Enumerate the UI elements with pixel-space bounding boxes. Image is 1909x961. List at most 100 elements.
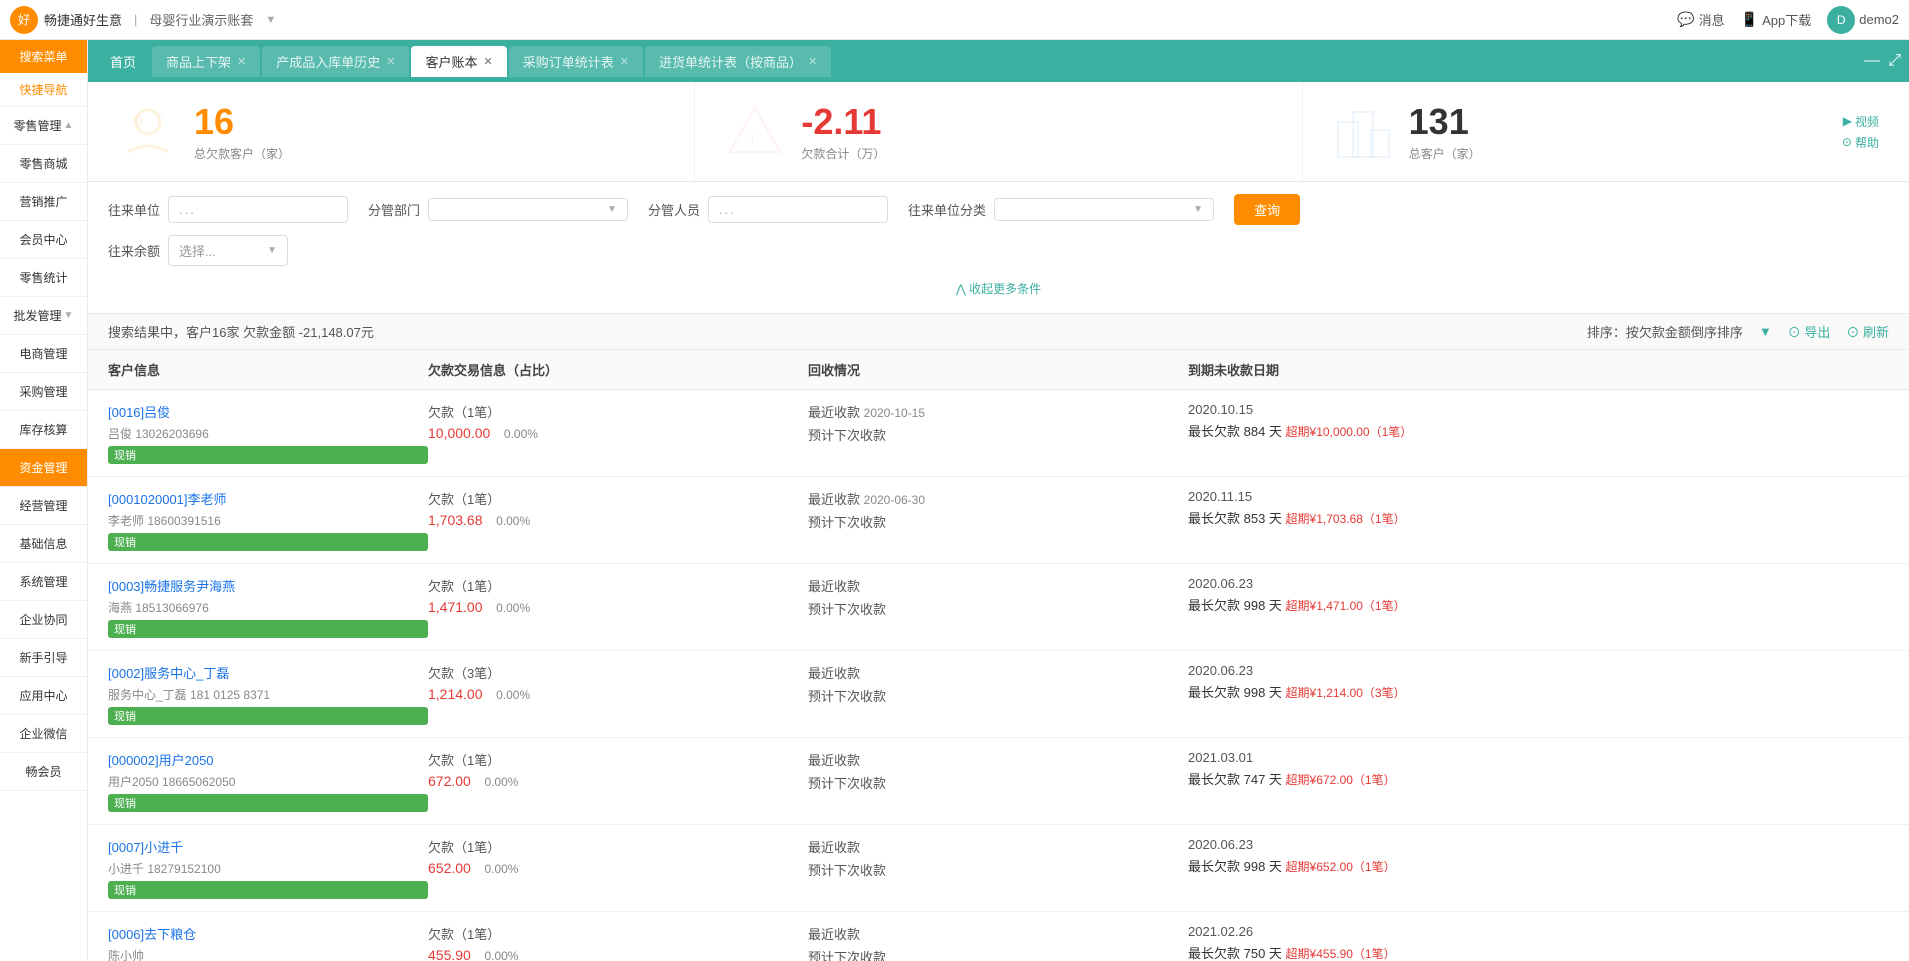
close-tab-purchase-order-stats[interactable]: ✕ [620, 55, 629, 68]
customer-phone-0: 吕俊 13026203696 [108, 425, 428, 442]
debt-amount-icon: ! [725, 102, 785, 162]
debt-info-3: 欠款（3笔） 1,214.00 0.00% [428, 663, 808, 702]
recovery-info-1: 最近收款 2020-06-30 预计下次收款 [808, 489, 1188, 531]
sidebar: 搜索菜单 快捷导航 零售管理 ▲ 零售商城 营销推广 会员中心 零售统计 批发管… [0, 40, 88, 961]
filter-source-unit: 往来单位 ... [108, 196, 348, 223]
debt-amount-row-1: 1,703.68 0.00% [428, 512, 808, 528]
stats-bar: 16 总欠款客户（家） ! -2.11 欠 [88, 82, 1909, 182]
sidebar-item-batch-mgmt[interactable]: 批发管理 ▼ [0, 297, 87, 335]
content-area: 16 总欠款客户（家） ! -2.11 欠 [88, 82, 1909, 961]
customer-name-4[interactable]: [000002]用户2050 [108, 750, 428, 769]
debtors-icon [118, 102, 178, 162]
quick-nav[interactable]: 快捷导航 [0, 73, 87, 107]
sidebar-item-super-member[interactable]: 畅会员 [0, 753, 87, 791]
customer-phone-4: 用户2050 18665062050 [108, 773, 428, 790]
customer-name-6[interactable]: [0006]去下粮仓 [108, 924, 428, 943]
user-avatar[interactable]: D demo2 [1827, 6, 1899, 34]
balance-arrow: ▼ [267, 245, 277, 256]
due-info-6: 2021.02.26 最长欠款 750 天 超期¥455.90（1笔） [1188, 924, 1889, 961]
sidebar-item-ops[interactable]: 经营管理 [0, 487, 87, 525]
total-customers-number: 131 [1409, 101, 1481, 143]
customer-phone-2: 海燕 18513066976 [108, 599, 428, 616]
dept-select[interactable]: ▼ [428, 198, 628, 221]
maximize-btn[interactable]: ⤢ [1888, 52, 1901, 70]
customer-phone-6: 陈小帅 [108, 947, 428, 961]
table-row: [000002]用户2050 用户2050 18665062050 现销 欠款（… [88, 738, 1909, 825]
search-button[interactable]: 查询 [1234, 194, 1300, 225]
sidebar-item-finance[interactable]: 资金管理 [0, 449, 87, 487]
table-row: [0001020001]李老师 李老师 18600391516 现销 欠款（1笔… [88, 477, 1909, 564]
stat-actions: ▶ 视频 ⊙ 帮助 [1842, 113, 1879, 151]
source-unit-input[interactable]: ... [168, 196, 348, 223]
debt-percent-6: 0.00% [484, 949, 518, 961]
tab-import-stats[interactable]: 进货单统计表（按商品） ✕ [645, 46, 831, 77]
download-icon: 📱 [1741, 11, 1758, 28]
sidebar-item-app-center[interactable]: 应用中心 [0, 677, 87, 715]
table-row: [0003]畅捷服务尹海燕 海燕 18513066976 现销 欠款（1笔） 1… [88, 564, 1909, 651]
sidebar-item-new-guide[interactable]: 新手引导 [0, 639, 87, 677]
table-row: [0007]小进千 小进千 18279152100 现销 欠款（1笔） 652.… [88, 825, 1909, 912]
tab-product-history[interactable]: 产成品入库单历史 ✕ [262, 46, 409, 77]
debt-count-4: 欠款（1笔） [428, 750, 808, 769]
tab-purchase-order-stats[interactable]: 采购订单统计表 ✕ [509, 46, 643, 77]
customer-name-2[interactable]: [0003]畅捷服务尹海燕 [108, 576, 428, 595]
debtors-label: 总欠款客户（家） [194, 145, 290, 162]
filter-balance: 往来余额 选择... ▼ [108, 235, 288, 266]
tab-product-offsale[interactable]: 商品上下架 ✕ [152, 46, 260, 77]
sidebar-item-ecom[interactable]: 电商管理 [0, 335, 87, 373]
recovery-info-5: 最近收款 预计下次收款 [808, 837, 1188, 879]
sidebar-item-member[interactable]: 会员中心 [0, 221, 87, 259]
sidebar-item-corp-collab[interactable]: 企业协同 [0, 601, 87, 639]
debt-count-6: 欠款（1笔） [428, 924, 808, 943]
sidebar-item-basic[interactable]: 基础信息 [0, 525, 87, 563]
debt-amount-4: 672.00 [428, 773, 471, 789]
collapse-filters[interactable]: ⋀ 收起更多条件 [108, 276, 1889, 301]
stat-total-customers: 131 总客户（家） ▶ 视频 ⊙ 帮助 [1303, 82, 1909, 181]
sidebar-item-retail-stats[interactable]: 零售统计 [0, 259, 87, 297]
minimize-btn[interactable]: — [1864, 52, 1880, 70]
filter-category: 往来单位分类 ▼ [908, 198, 1214, 221]
source-unit-label: 往来单位 [108, 200, 160, 219]
tab-home[interactable]: 首页 [96, 46, 150, 77]
sidebar-search[interactable]: 搜索菜单 [0, 40, 87, 73]
close-tab-product-history[interactable]: ✕ [386, 55, 395, 68]
sidebar-item-marketing[interactable]: 营销推广 [0, 183, 87, 221]
category-arrow: ▼ [1193, 204, 1203, 215]
sidebar-item-purchase[interactable]: 采购管理 [0, 373, 87, 411]
sidebar-item-stock[interactable]: 库存核算 [0, 411, 87, 449]
debt-percent-3: 0.00% [496, 688, 530, 702]
close-tab-product-offsale[interactable]: ✕ [237, 55, 246, 68]
tab-bar-actions: — ⤢ [1864, 52, 1901, 70]
logo-icon: 好 [10, 6, 38, 34]
export-btn[interactable]: ⊙ 导出 [1788, 322, 1831, 341]
customer-name-3[interactable]: [0002]服务中心_丁磊 [108, 663, 428, 682]
tab-customer-account[interactable]: 客户账本 ✕ [411, 46, 506, 77]
sidebar-item-retail-mgmt[interactable]: 零售管理 ▲ [0, 107, 87, 145]
balance-select[interactable]: 选择... ▼ [168, 235, 288, 266]
customer-name-5[interactable]: [0007]小进千 [108, 837, 428, 856]
close-tab-import-stats[interactable]: ✕ [808, 55, 817, 68]
category-select[interactable]: ▼ [994, 198, 1214, 221]
debt-amount-1: 1,703.68 [428, 512, 483, 528]
app-download-btn[interactable]: 📱 App下载 [1741, 10, 1812, 29]
view-btn[interactable]: ▶ 视频 [1843, 113, 1879, 130]
customer-name-1[interactable]: [0001020001]李老师 [108, 489, 428, 508]
table-wrapper: 客户信息 欠款交易信息（占比） 回收情况 到期未收款日期 [0016]吕俊 吕俊… [88, 350, 1909, 961]
due-info-5: 2020.06.23 最长欠款 998 天 超期¥652.00（1笔） [1188, 837, 1889, 875]
manager-input[interactable]: ... [708, 196, 888, 223]
debt-info-4: 欠款（1笔） 672.00 0.00% [428, 750, 808, 789]
customer-tag-0: 现销 [108, 446, 428, 464]
message-btn[interactable]: 💬 消息 [1677, 10, 1724, 29]
refresh-icon: ⊙ [1846, 325, 1863, 340]
close-tab-customer-account[interactable]: ✕ [484, 55, 493, 68]
help-icon: ⊙ [1842, 135, 1852, 149]
sidebar-item-system[interactable]: 系统管理 [0, 563, 87, 601]
filter-manager: 分管人员 ... [648, 196, 888, 223]
sidebar-item-corp-wechat[interactable]: 企业微信 [0, 715, 87, 753]
total-customers-label: 总客户（家） [1409, 145, 1481, 162]
sidebar-item-retail-store[interactable]: 零售商城 [0, 145, 87, 183]
customer-name-0[interactable]: [0016]吕俊 [108, 402, 428, 421]
help-btn[interactable]: ⊙ 帮助 [1842, 134, 1879, 151]
refresh-btn[interactable]: ⊙ 刷新 [1846, 322, 1889, 341]
due-info-2: 2020.06.23 最长欠款 998 天 超期¥1,471.00（1笔） [1188, 576, 1889, 614]
